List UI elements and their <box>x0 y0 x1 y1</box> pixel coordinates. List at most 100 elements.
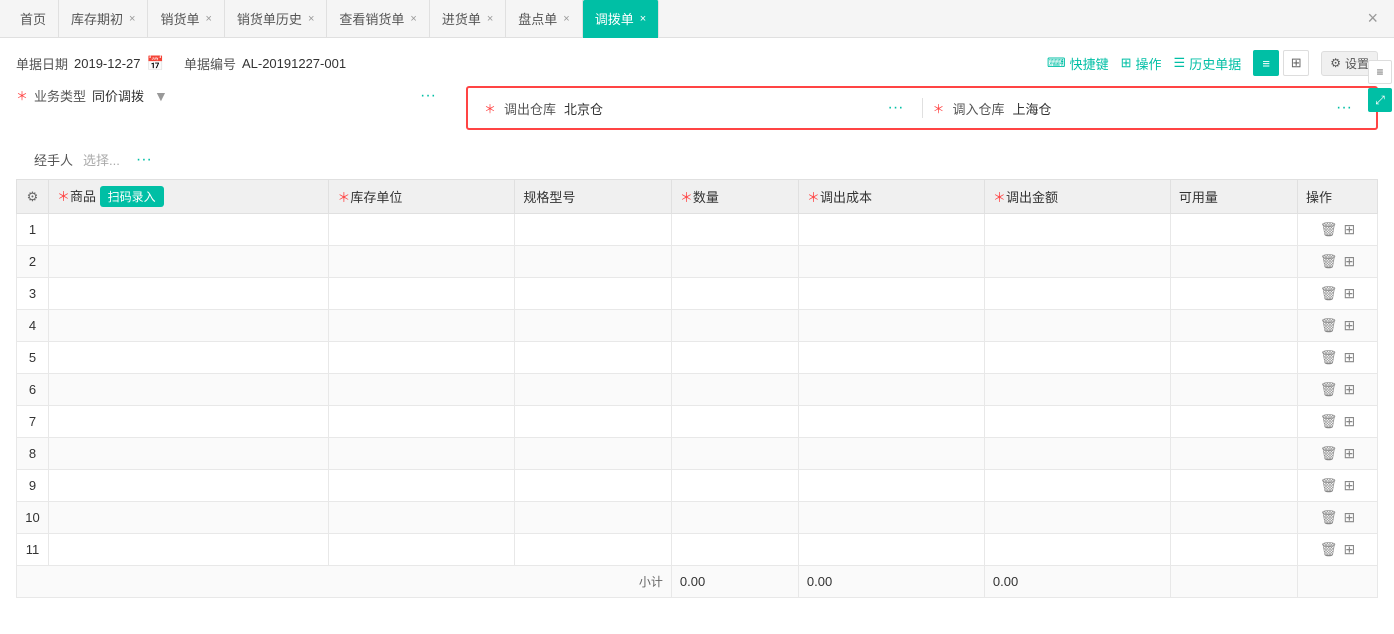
tab-view-sales[interactable]: 查看销货单 × <box>327 0 429 38</box>
row-product[interactable] <box>49 246 329 278</box>
copy-icon[interactable]: ⊞ <box>1344 509 1356 526</box>
tab-inventory-init-close[interactable]: × <box>129 13 135 25</box>
warehouse-in-more[interactable]: ··· <box>1328 99 1360 117</box>
copy-icon[interactable]: ⊞ <box>1344 413 1356 430</box>
delete-icon[interactable]: 🗑 <box>1320 349 1338 366</box>
warehouse-out-more[interactable]: ··· <box>880 99 912 117</box>
list-view-btn[interactable]: ≡ <box>1253 50 1279 76</box>
tab-transfer[interactable]: 调拨单 × <box>583 0 659 38</box>
row-qty[interactable] <box>671 342 798 374</box>
row-spec[interactable] <box>515 406 671 438</box>
delete-icon[interactable]: 🗑 <box>1320 445 1338 462</box>
row-amount[interactable] <box>984 406 1170 438</box>
row-amount[interactable] <box>984 502 1170 534</box>
row-cost[interactable] <box>798 502 984 534</box>
row-available[interactable] <box>1170 374 1297 406</box>
row-unit[interactable] <box>329 502 515 534</box>
row-cost[interactable] <box>798 374 984 406</box>
row-spec[interactable] <box>515 342 671 374</box>
row-product[interactable] <box>49 438 329 470</box>
delete-icon[interactable]: 🗑 <box>1320 509 1338 526</box>
delete-icon[interactable]: 🗑 <box>1320 221 1338 238</box>
tab-home[interactable]: 首页 <box>8 0 59 38</box>
row-product[interactable] <box>49 342 329 374</box>
copy-icon[interactable]: ⊞ <box>1344 285 1356 302</box>
row-available[interactable] <box>1170 342 1297 374</box>
handler-input[interactable]: 选择... <box>83 150 120 169</box>
row-amount[interactable] <box>984 310 1170 342</box>
grid-view-btn[interactable]: ⊞ <box>1283 50 1309 76</box>
delete-icon[interactable]: 🗑 <box>1320 253 1338 270</box>
row-cost[interactable] <box>798 342 984 374</box>
row-qty[interactable] <box>671 278 798 310</box>
row-product[interactable] <box>49 502 329 534</box>
tab-sales-order-close[interactable]: × <box>205 13 211 25</box>
delete-icon[interactable]: 🗑 <box>1320 285 1338 302</box>
row-qty[interactable] <box>671 438 798 470</box>
row-qty[interactable] <box>671 534 798 566</box>
row-amount[interactable] <box>984 214 1170 246</box>
row-available[interactable] <box>1170 438 1297 470</box>
row-unit[interactable] <box>329 278 515 310</box>
row-spec[interactable] <box>515 278 671 310</box>
tab-transfer-close[interactable]: × <box>640 13 646 25</box>
row-available[interactable] <box>1170 278 1297 310</box>
row-unit[interactable] <box>329 406 515 438</box>
row-available[interactable] <box>1170 470 1297 502</box>
tab-purchase[interactable]: 进货单 × <box>430 0 506 38</box>
tab-inventory-init[interactable]: 库存期初 × <box>59 0 148 38</box>
row-cost[interactable] <box>798 438 984 470</box>
row-product[interactable] <box>49 406 329 438</box>
row-cost[interactable] <box>798 278 984 310</box>
delete-icon[interactable]: 🗑 <box>1320 381 1338 398</box>
row-unit[interactable] <box>329 342 515 374</box>
row-qty[interactable] <box>671 214 798 246</box>
row-available[interactable] <box>1170 214 1297 246</box>
copy-icon[interactable]: ⊞ <box>1344 317 1356 334</box>
scan-entry-button[interactable]: 扫码录入 <box>100 186 164 207</box>
row-amount[interactable] <box>984 342 1170 374</box>
row-available[interactable] <box>1170 534 1297 566</box>
row-spec[interactable] <box>515 534 671 566</box>
copy-icon[interactable]: ⊞ <box>1344 477 1356 494</box>
row-available[interactable] <box>1170 502 1297 534</box>
copy-icon[interactable]: ⊞ <box>1344 253 1356 270</box>
operations-btn[interactable]: ⊞ 操作 <box>1121 54 1162 73</box>
row-cost[interactable] <box>798 310 984 342</box>
row-amount[interactable] <box>984 246 1170 278</box>
row-unit[interactable] <box>329 310 515 342</box>
copy-icon[interactable]: ⊞ <box>1344 445 1356 462</box>
row-spec[interactable] <box>515 246 671 278</box>
row-qty[interactable] <box>671 310 798 342</box>
row-qty[interactable] <box>671 374 798 406</box>
delete-icon[interactable]: 🗑 <box>1320 413 1338 430</box>
calendar-icon[interactable]: 📅 <box>147 55 164 72</box>
delete-icon[interactable]: 🗑 <box>1320 477 1338 494</box>
row-qty[interactable] <box>671 406 798 438</box>
business-type-more[interactable]: ··· <box>412 87 444 105</box>
row-available[interactable] <box>1170 246 1297 278</box>
row-product[interactable] <box>49 214 329 246</box>
tab-inventory-count[interactable]: 盘点单 × <box>506 0 582 38</box>
row-qty[interactable] <box>671 246 798 278</box>
row-spec[interactable] <box>515 374 671 406</box>
history-btn[interactable]: ☰ 历史单据 <box>1174 54 1242 73</box>
tab-sales-order[interactable]: 销货单 × <box>148 0 224 38</box>
row-cost[interactable] <box>798 534 984 566</box>
delete-icon[interactable]: 🗑 <box>1320 317 1338 334</box>
row-available[interactable] <box>1170 406 1297 438</box>
row-spec[interactable] <box>515 470 671 502</box>
tab-view-sales-close[interactable]: × <box>410 13 416 25</box>
row-spec[interactable] <box>515 310 671 342</box>
copy-icon[interactable]: ⊞ <box>1344 349 1356 366</box>
gear-icon[interactable]: ⚙ <box>25 189 40 205</box>
shortcuts-btn[interactable]: ⌨ 快捷键 <box>1047 54 1109 73</box>
row-available[interactable] <box>1170 310 1297 342</box>
tab-inventory-count-close[interactable]: × <box>563 13 569 25</box>
row-spec[interactable] <box>515 438 671 470</box>
tab-sales-history-close[interactable]: × <box>308 13 314 25</box>
row-cost[interactable] <box>798 214 984 246</box>
row-qty[interactable] <box>671 470 798 502</box>
copy-icon[interactable]: ⊞ <box>1344 381 1356 398</box>
row-amount[interactable] <box>984 374 1170 406</box>
